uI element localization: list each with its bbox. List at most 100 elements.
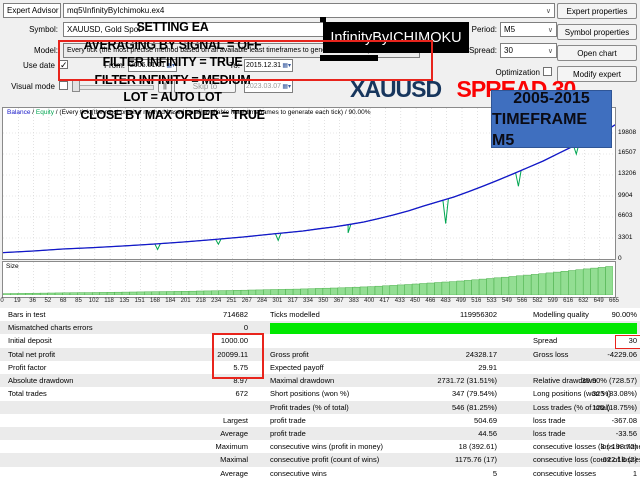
optimization-checkbox[interactable] [543,67,552,76]
table-row: Average consecutive wins 5 consecutive loss… [0,467,640,480]
stat-value: 672 [235,389,248,399]
x-axis-tick: 582 [532,298,543,304]
open-chart-button[interactable]: Open chart [557,45,637,61]
stat-value: 504.69 [474,415,497,425]
table-row: Profit factor 5.75 Expected payoff 29.91 [0,361,640,374]
period-combo[interactable]: M5 ∨ [500,22,557,37]
y-axis-tick: 19808 [618,128,637,136]
x-axis-tick: 566 [517,298,528,304]
x-axis-tick: 168 [149,298,160,304]
stat-value: 5 [492,468,497,478]
table-row: Initial deposit 1000.00 Spread 30 [0,334,640,347]
expert-advisor-combo[interactable]: Expert Advisor ∨ [3,3,61,18]
x-axis-tick: 267 [241,298,252,304]
x-axis-tick: 367 [333,298,344,304]
stat-value: -622.16 (2) [600,455,637,465]
stat-value: Largest [222,415,248,425]
stat-value: 325 (83.08%) [591,389,637,399]
stat-value: 35.90% (728.57) [581,376,637,386]
size-bars-svg [2,262,614,296]
spread-combo[interactable]: 30 ∨ [500,43,557,58]
x-axis-tick: 102 [88,298,99,304]
y-axis-tick: 13206 [618,170,637,178]
stat-value: 20099.11 [217,349,248,359]
period-overlay-box: 2005-2015 TIMEFRAME M5 [491,90,612,149]
expert-properties-button[interactable]: Expert properties [557,3,637,19]
chevron-down-icon: ∨ [59,7,60,15]
x-axis-tick: 616 [563,298,574,304]
table-row: Maximal consecutive profit (count of wins… [0,453,640,467]
x-axis-tick: 201 [180,298,191,304]
stat-value: 44.56 [478,428,497,438]
table-row: Total trades 672 Short positions (won %) 34… [0,387,640,400]
stat-value: 2731.72 (31.51%) [437,376,497,386]
expert-advisor-label: Expert Advisor [7,6,59,15]
x-axis-tick: 632 [578,298,589,304]
ea-setting-line: AVERAGING BY SIGNAL = OFF [83,37,262,52]
x-axis-tick: 234 [211,298,222,304]
stat-value: Maximum [215,442,248,452]
size-chart-label: Size [6,263,19,270]
x-axis-tick: 85 [75,298,82,304]
x-axis-tick: 251 [226,298,237,304]
x-axis-tick: 52 [44,298,52,304]
ea-file-combo[interactable]: mq5\InfinityByIchimoku.ex4 ∨ [63,3,555,18]
x-axis-tick: 118 [104,298,114,304]
stat-value: -33.56 [615,428,637,438]
ea-setting-line: CLOSE BY MAX ORDER = TRUE [80,107,265,122]
results-table: Bars in test 714682 Ticks modelled 11995630… [0,308,640,480]
table-row: Profit trades (% of total) 546 (81.25%) Lo… [0,400,640,414]
table-row: Largest profit trade 504.69 loss trade -367.… [0,414,640,427]
x-axis-tick: 417 [379,298,390,304]
y-axis-tick: 16507 [618,149,637,157]
stat-value: 0 [243,323,248,333]
table-row: Average profit trade 44.56 loss trade -33.56 [0,426,640,441]
x-axis-tick: 533 [486,298,497,304]
x-axis-tick: 284 [257,298,268,304]
x-axis-tick: 516 [471,298,482,304]
stat-value: Maximal [220,455,248,465]
x-axis-tick: 450 [410,298,421,304]
stat-value: Average [220,468,248,478]
stat-value: 347 (79.54%) [451,389,497,399]
stat-value: 546 (81.25%) [451,402,497,412]
x-axis-tick: 19 [13,298,21,304]
stat-value: 30 [628,336,637,346]
x-axis-tick: 649 [593,298,604,304]
x-axis-tick: 151 [134,298,145,304]
x-axis-tick: 301 [272,298,283,304]
x-axis-tick: 383 [348,298,359,304]
x-axis-tick: 499 [455,298,466,304]
x-axis-tick: 317 [287,298,298,304]
ea-name-banner: InfinityByICHIMOKU [323,22,469,53]
stat-value: 8.97 [233,376,248,386]
x-axis-tick: 549 [501,298,512,304]
symbol-properties-button[interactable]: Symbol properties [557,24,637,40]
stat-value: 1 [632,468,637,478]
x-axis-tick: 400 [364,298,375,304]
stat-value: 1000.00 [220,336,248,346]
x-axis-tick: 36 [29,298,36,304]
strategy-tester-window: Expert Advisor ∨ mq5\InfinityByIchimoku.… [0,0,640,480]
period-value: M5 [504,25,516,34]
stat-value: 1175.76 (17) [455,455,497,465]
spread-value: 30 [504,46,513,55]
stat-value: 18 (392.61) [458,442,497,452]
stat-value: Average [220,428,248,438]
chevron-down-icon: ∨ [545,7,551,15]
x-axis-tick: 466 [425,298,436,304]
ea-setting-line: SETTING EA [136,20,209,34]
y-axis-tick: 0 [618,254,622,262]
x-axis-labels: 0 19 36 52 68 85 102 118 135 151 168 184 201 218 234 25… [0,298,619,306]
period-overlay-timeframe: TIMEFRAME M5 [492,110,588,149]
stat-value: -367.08 [611,415,637,425]
ea-settings-overlay: SETTING EA AVERAGING BY SIGNAL = OFF FILTE… [0,19,345,124]
headline-symbol: XAUUSD [350,76,442,102]
x-axis-tick: 599 [547,298,558,304]
stat-value: 3 (-198.72) [600,442,637,452]
x-axis-tick: 433 [394,298,405,304]
ea-file-path: mq5\InfinityByIchimoku.ex4 [67,6,165,15]
stat-value: 24328.17 [465,349,497,359]
stat-value: 5.75 [233,362,248,372]
table-row: Total net profit 20099.11 Gross profit 2432… [0,347,640,361]
